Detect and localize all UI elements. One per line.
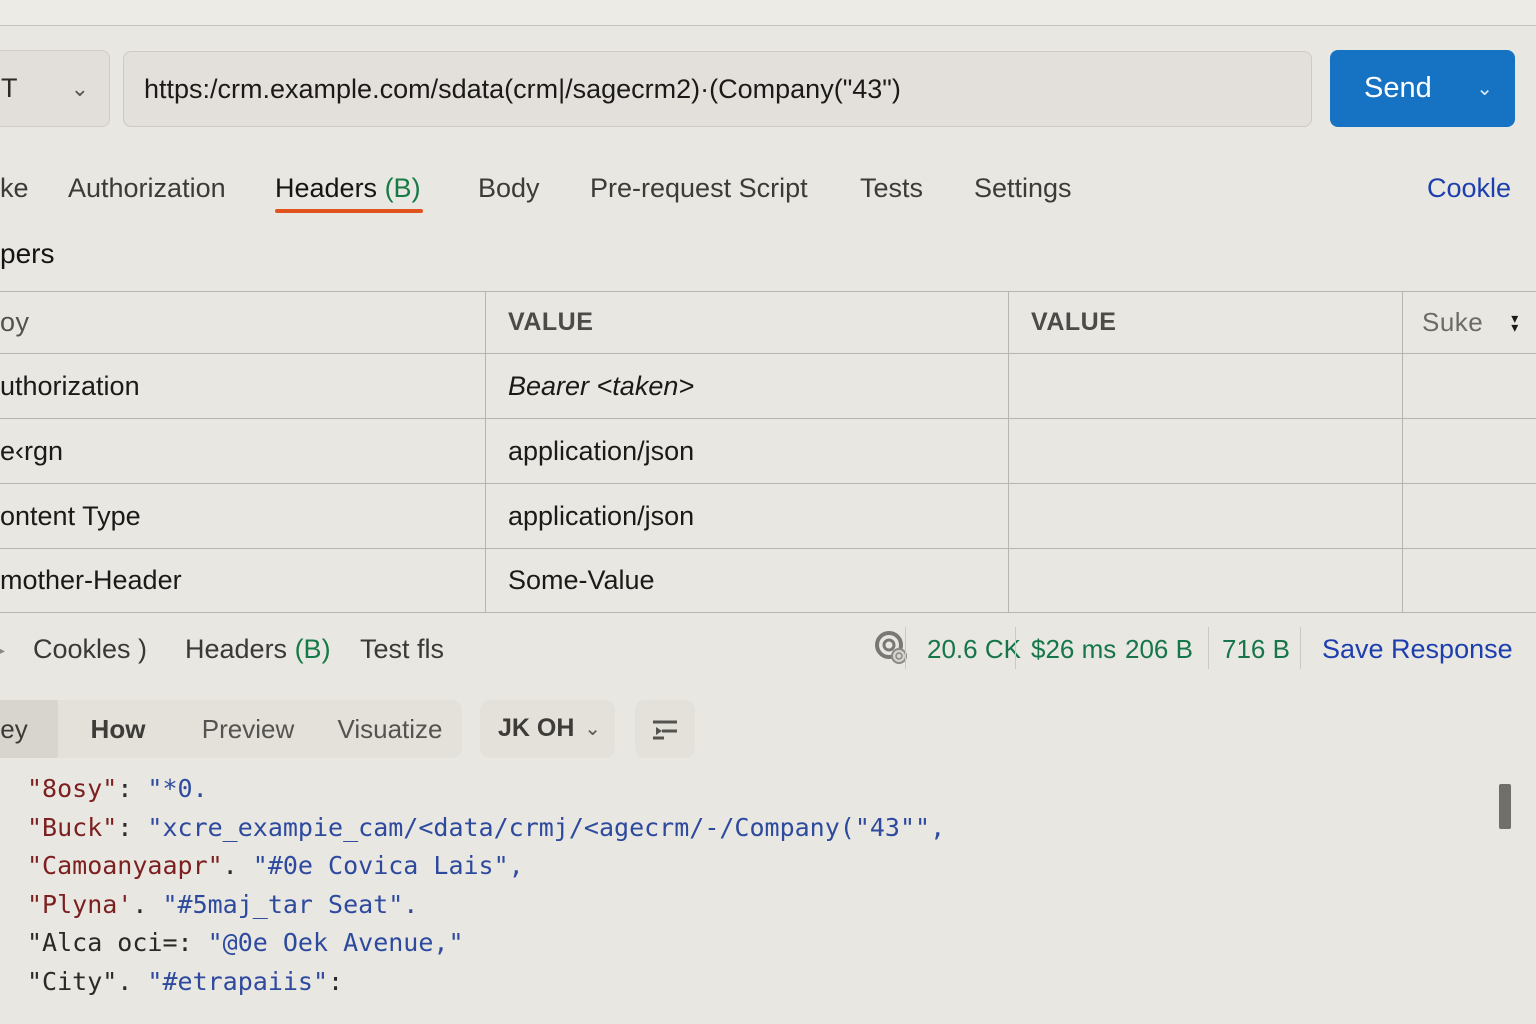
wrap-text-button[interactable]	[635, 700, 695, 758]
header-value-cell[interactable]: application/json	[485, 419, 1008, 483]
code-line: "City". "#etrapaiis":	[27, 966, 344, 996]
table-row: ontent Type application/json	[0, 483, 1536, 548]
header-value-cell[interactable]: Bearer <taken>	[485, 354, 1008, 418]
header-value2-cell[interactable]	[1008, 484, 1402, 548]
send-button[interactable]: Send ⌄	[1330, 50, 1515, 127]
header-key-cell[interactable]: uthorization	[0, 354, 485, 418]
header-value2-cell[interactable]	[1008, 549, 1402, 612]
header-key-cell[interactable]: mother-Header	[0, 549, 485, 612]
meta-separator	[1015, 627, 1016, 669]
response-tab-headers[interactable]: Headers (B)	[185, 630, 331, 668]
double-chevron-icon: ▾ ▾	[1511, 309, 1519, 335]
meta-separator	[905, 627, 906, 669]
code-line: "Camoanyaapr". "#0e Covica Lais",	[27, 851, 524, 880]
tab-authorization[interactable]: Authorization	[68, 168, 226, 214]
collapse-caret-icon[interactable]: ▸	[0, 640, 5, 661]
wrap-text-icon	[653, 720, 677, 740]
chevron-down-icon: ⌄	[70, 75, 89, 101]
header-extra-cell[interactable]	[1402, 419, 1536, 483]
column-header-key: oy	[0, 307, 30, 337]
view-tab-pretty[interactable]: ey	[0, 700, 58, 758]
header-extra-cell[interactable]	[1402, 549, 1536, 612]
url-input[interactable]	[123, 51, 1312, 127]
tab-settings[interactable]: Settings	[974, 168, 1072, 214]
code-line: "Alca oci=: "@0e Oek Avenue,"	[27, 928, 464, 957]
response-format-label: JK OH	[498, 714, 575, 742]
headers-table: oy VALUE VALUE Suke ▾ ▾ uthorization Beare…	[0, 291, 1536, 613]
window-top-strip	[0, 0, 1536, 26]
response-size-badge: 206 B	[1125, 634, 1193, 664]
chevron-down-icon: ⌄	[584, 718, 601, 740]
meta-separator	[1300, 627, 1301, 669]
response-size2-badge: 716 B	[1222, 634, 1290, 664]
header-value-cell[interactable]: Some-Value	[485, 549, 1008, 612]
table-row: mother-Header Some-Value	[0, 548, 1536, 613]
http-method-select[interactable]: T ⌄	[0, 50, 110, 127]
code-line: "Plyna'. "#5maj_tar Seat".	[27, 889, 419, 919]
scrollbar-thumb[interactable]	[1498, 783, 1512, 830]
header-value2-cell[interactable]	[1008, 419, 1402, 483]
globe-icon	[872, 629, 912, 674]
response-headers-count-badge: (B)	[294, 634, 331, 664]
http-method-label: T	[1, 73, 18, 103]
response-view-segmented-control: ey How Preview Visuatize	[0, 700, 462, 758]
tab-params[interactable]: ke	[0, 168, 29, 214]
column-header-value-2: VALUE	[1008, 292, 1402, 353]
response-body: "8osy": "*0. "Buck": "xcre_exampie_cam/<d…	[0, 770, 1536, 1024]
column-header-preset-select[interactable]: Suke ▾ ▾	[1402, 292, 1536, 353]
active-tab-underline	[275, 209, 423, 213]
code-line: "Buck": "xcre_exampie_cam/<data/crmj/<ag…	[27, 812, 946, 842]
header-extra-cell[interactable]	[1402, 354, 1536, 418]
table-row: e‹rgn application/json	[0, 418, 1536, 483]
view-tab-visualize[interactable]: Visuatize	[318, 700, 462, 758]
view-tab-preview[interactable]: Preview	[178, 700, 318, 758]
headers-table-body: uthorization Bearer <taken> e‹rgn applicati…	[0, 353, 1536, 613]
response-tab-test-results[interactable]: Test fls	[360, 630, 444, 668]
tab-tests[interactable]: Tests	[860, 168, 923, 214]
send-button-label: Send	[1364, 72, 1432, 104]
header-key-cell[interactable]: e‹rgn	[0, 419, 485, 483]
response-tab-cookies[interactable]: Cookles )	[33, 630, 147, 668]
header-extra-cell[interactable]	[1402, 484, 1536, 548]
view-tab-raw[interactable]: How	[58, 700, 178, 758]
header-value2-cell[interactable]	[1008, 354, 1402, 418]
send-options-chevron-icon[interactable]: ⌄	[1476, 76, 1493, 101]
tab-body[interactable]: Body	[478, 168, 540, 214]
headers-table-header-row: oy VALUE VALUE Suke ▾ ▾	[0, 291, 1536, 353]
response-status-badge: 20.6 CK	[927, 634, 1021, 664]
save-response-button[interactable]: Save Response	[1322, 630, 1513, 668]
response-time-badge: $26 ms	[1031, 634, 1117, 664]
header-value-cell[interactable]: application/json	[485, 484, 1008, 548]
tab-pre-request-script[interactable]: Pre-request Script	[590, 168, 808, 214]
table-row: uthorization Bearer <taken>	[0, 353, 1536, 418]
tab-headers[interactable]: Headers (B)	[275, 168, 421, 214]
code-line: "8osy": "*0.	[27, 774, 208, 803]
headers-section-heading: pers	[0, 238, 55, 269]
response-format-select[interactable]: JK OH ⌄	[480, 700, 615, 758]
column-header-value: VALUE	[485, 292, 1008, 353]
cookies-link[interactable]: Cookle	[1427, 168, 1511, 208]
meta-separator	[1208, 627, 1209, 669]
headers-count-badge: (B)	[384, 173, 421, 203]
header-key-cell[interactable]: ontent Type	[0, 484, 485, 548]
